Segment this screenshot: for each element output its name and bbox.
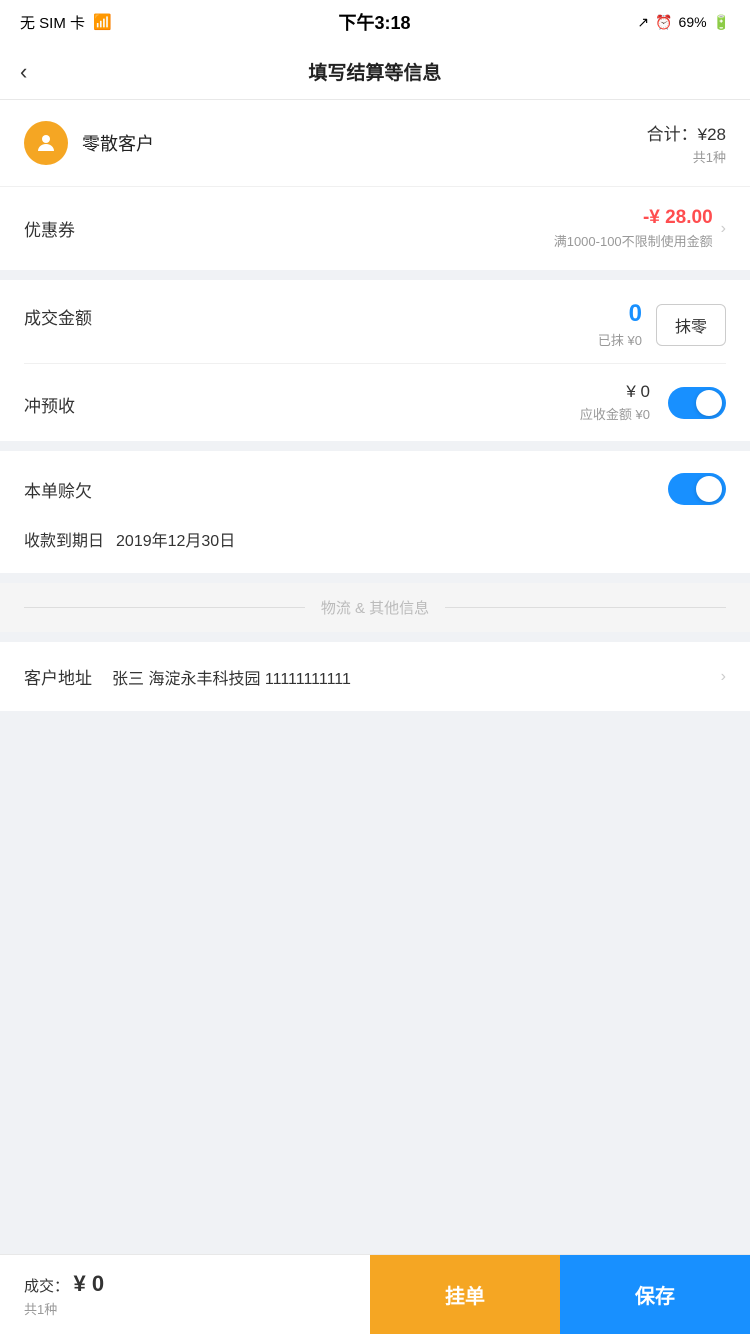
debt-label: 本单赊欠	[24, 477, 92, 502]
prereceive-label: 冲预收	[24, 388, 75, 417]
battery-text: 69%	[679, 14, 707, 30]
debt-section: 本单赊欠 收款到期日 2019年12月30日	[0, 451, 750, 573]
status-left: 无 SIM 卡 📶	[20, 12, 112, 33]
chevron-right-icon: ›	[721, 220, 726, 238]
bottom-count: 共1种	[24, 1299, 346, 1318]
prereceive-main: ¥ 0	[580, 382, 650, 402]
prereceive-toggle[interactable]	[668, 387, 726, 419]
bottom-deal-label: 成交：	[24, 1278, 69, 1295]
bottom-left: 成交： ¥ 0 共1种	[0, 1271, 370, 1318]
amount-row: 成交金额 0 已抹 ¥0 抹零	[0, 280, 750, 363]
coupon-discount: -¥ 28.00	[554, 207, 713, 229]
back-button[interactable]: ‹	[20, 59, 27, 85]
round-zero-button[interactable]: 抹零	[656, 304, 726, 346]
bottom-deal-line: 成交： ¥ 0	[24, 1271, 346, 1297]
status-right: ↗ ⏰ 69% 🔋	[637, 14, 730, 31]
debt-row: 本单赊欠	[0, 451, 750, 527]
no-sim-text: 无 SIM 卡	[20, 12, 85, 33]
battery-icon: 🔋	[713, 14, 730, 31]
hang-order-button[interactable]: 挂单	[370, 1255, 560, 1334]
logistics-header: 物流 & 其他信息	[0, 583, 750, 632]
status-bar: 无 SIM 卡 📶 下午3:18 ↗ ⏰ 69% 🔋	[0, 0, 750, 44]
customer-right: 合计：¥28 共1种	[647, 120, 726, 166]
prereceive-sub: 应收金额 ¥0	[580, 404, 650, 423]
status-time: 下午3:18	[339, 9, 411, 35]
bottom-bar: 成交： ¥ 0 共1种 挂单 保存	[0, 1254, 750, 1334]
wifi-icon: 📶	[93, 13, 112, 31]
coupon-value-wrap: -¥ 28.00 满1000-100不限制使用金额	[554, 207, 713, 250]
page-title: 填写结算等信息	[308, 58, 441, 85]
nav-bar: ‹ 填写结算等信息	[0, 44, 750, 100]
amount-value: 0	[598, 300, 642, 328]
bottom-deal-amount: ¥ 0	[73, 1271, 104, 1296]
debt-toggle[interactable]	[668, 473, 726, 505]
address-chevron-icon: ›	[721, 668, 726, 686]
coupon-row[interactable]: 优惠券 -¥ 28.00 满1000-100不限制使用金额 ›	[0, 186, 750, 270]
customer-avatar	[24, 121, 68, 165]
coupon-desc: 满1000-100不限制使用金额	[554, 231, 713, 250]
coupon-right: -¥ 28.00 满1000-100不限制使用金额 ›	[554, 207, 726, 250]
address-row[interactable]: 客户地址 张三 海淀永丰科技园 11111111111 ›	[0, 642, 750, 711]
due-date-row: 收款到期日 2019年12月30日	[0, 527, 750, 573]
amount-value-wrap: 0 已抹 ¥0	[598, 300, 642, 349]
transaction-section: 成交金额 0 已抹 ¥0 抹零 冲预收 ¥ 0 应收金额 ¥0	[0, 280, 750, 441]
content: 零散客户 合计：¥28 共1种 优惠券 -¥ 28.00 满1000-100不限…	[0, 100, 750, 811]
total-amount: 合计：¥28	[647, 120, 726, 145]
logistics-section: 物流 & 其他信息	[0, 583, 750, 632]
customer-name: 零散客户	[82, 130, 154, 156]
logistics-line-right	[445, 607, 726, 608]
customer-coupon-card: 零散客户 合计：¥28 共1种 优惠券 -¥ 28.00 满1000-100不限…	[0, 100, 750, 270]
due-date-value: 2019年12月30日	[116, 527, 235, 551]
alarm-icon: ⏰	[655, 14, 672, 31]
due-date-label: 收款到期日	[24, 527, 104, 551]
address-value: 张三 海淀永丰科技园 11111111111	[112, 665, 721, 689]
coupon-label: 优惠券	[24, 216, 75, 241]
location-icon: ↗	[637, 14, 649, 31]
customer-row: 零散客户 合计：¥28 共1种	[0, 100, 750, 186]
logistics-line-left	[24, 607, 305, 608]
total-count: 共1种	[647, 147, 726, 166]
prereceive-right: ¥ 0 应收金额 ¥0	[580, 382, 726, 423]
logistics-title: 物流 & 其他信息	[321, 597, 429, 618]
address-section: 客户地址 张三 海淀永丰科技园 11111111111 ›	[0, 642, 750, 711]
save-button[interactable]: 保存	[560, 1255, 750, 1334]
amount-label: 成交金额	[24, 300, 92, 329]
amount-sub: 已抹 ¥0	[598, 330, 642, 349]
customer-left: 零散客户	[24, 121, 154, 165]
prereceive-row: 冲预收 ¥ 0 应收金额 ¥0	[0, 364, 750, 441]
address-label: 客户地址	[24, 664, 92, 689]
prereceive-values: ¥ 0 应收金额 ¥0	[580, 382, 650, 423]
amount-right: 0 已抹 ¥0 抹零	[598, 300, 726, 349]
